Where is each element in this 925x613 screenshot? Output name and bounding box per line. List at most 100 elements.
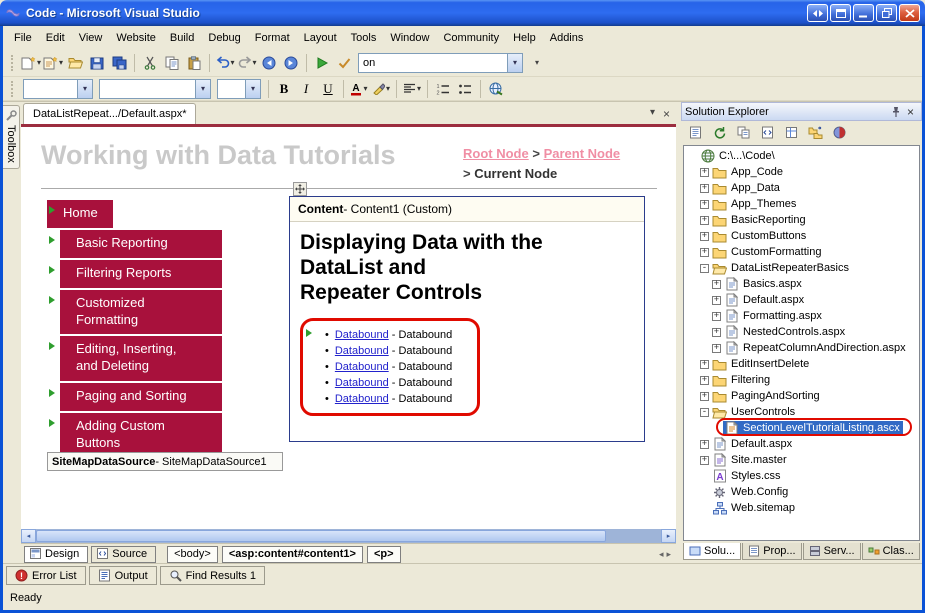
asp-config-button[interactable] (829, 123, 849, 143)
titlebar[interactable]: Code - Microsoft Visual Studio (0, 0, 925, 26)
refresh-button[interactable] (709, 123, 729, 143)
se-tab-clas[interactable]: Clas... (862, 543, 920, 560)
open-folder-button[interactable] (64, 52, 86, 74)
tree-item-body[interactable]: PagingAndSorting (711, 390, 823, 403)
scrollbar-track[interactable] (606, 529, 661, 543)
se-tab-prop[interactable]: Prop... (742, 543, 801, 560)
tree-item[interactable]: Web.Config (684, 484, 919, 500)
menu-window[interactable]: Window (383, 29, 436, 47)
tree-item-body[interactable]: C:\...\Code\ (699, 149, 778, 163)
dropdown-arrow-icon[interactable]: ▾ (59, 58, 63, 67)
menu-addins[interactable]: Addins (543, 29, 591, 47)
toolbar-options-button[interactable]: ▾ (526, 52, 548, 74)
tree-item-body[interactable]: EditInsertDelete (711, 358, 812, 371)
numbered-list-button[interactable]: 12 (432, 78, 454, 100)
bold-button[interactable]: B (273, 78, 295, 100)
tree-item-body[interactable]: Formatting.aspx (723, 309, 825, 323)
tree-expander-plus-icon[interactable]: + (700, 184, 709, 193)
tree-item[interactable]: +CustomFormatting (684, 244, 919, 260)
tree-expander-minus-icon[interactable]: - (700, 264, 709, 273)
tree-item-body[interactable]: BasicReporting (711, 214, 809, 227)
tree-item[interactable]: -DataListRepeaterBasics (684, 260, 919, 276)
menu-community[interactable]: Community (436, 29, 506, 47)
tree-expander-plus-icon[interactable]: + (712, 312, 721, 321)
tree-item-body[interactable]: AStyles.css (711, 469, 784, 483)
tree-item[interactable]: SectionLevelTutorialListing.ascx (684, 420, 919, 436)
dropdown-arrow-icon[interactable]: ▾ (37, 58, 41, 67)
nav-item-paging-and-sorting[interactable]: Paging and Sorting (60, 383, 222, 411)
menu-view[interactable]: View (72, 29, 110, 47)
tree-item[interactable]: +Formatting.aspx (684, 308, 919, 324)
window-pane-button[interactable] (830, 4, 851, 22)
databound-link[interactable]: Databound (335, 329, 389, 341)
tree-item-body[interactable]: NestedControls.aspx (723, 325, 848, 339)
tab-list-dropdown-icon[interactable]: ▾ (650, 107, 655, 121)
toolbar-grip[interactable] (11, 81, 14, 97)
combo-dropdown-icon[interactable]: ▾ (77, 80, 92, 98)
copy-button[interactable] (161, 52, 183, 74)
tree-item[interactable]: +CustomButtons (684, 228, 919, 244)
font-color-button[interactable]: A▾ (348, 78, 370, 100)
design-view-button[interactable]: Design (24, 546, 88, 563)
tree-expander-plus-icon[interactable]: + (700, 168, 709, 177)
main-toolbar-combo[interactable]: on▾ (358, 53, 523, 73)
paste-button[interactable] (183, 52, 205, 74)
tree-item[interactable]: +EditInsertDelete (684, 356, 919, 372)
tree-item-body[interactable]: Basics.aspx (723, 277, 805, 291)
combo-dropdown-icon[interactable]: ▾ (195, 80, 210, 98)
tree-expander-plus-icon[interactable]: + (700, 232, 709, 241)
view-designer-button[interactable] (781, 123, 801, 143)
tree-item-body[interactable]: App_Themes (711, 198, 799, 211)
copy-website-button[interactable] (805, 123, 825, 143)
sitemapdatasource-control[interactable]: SiteMapDataSource - SiteMapDataSource1 (47, 452, 283, 471)
tree-item-body[interactable]: Web.Config (711, 486, 791, 499)
font-size-combo[interactable]: ▾ (217, 79, 261, 99)
tree-item[interactable]: +App_Themes (684, 196, 919, 212)
tree-item[interactable]: Web.sitemap (684, 500, 919, 516)
tree-expander-plus-icon[interactable]: + (700, 376, 709, 385)
new-item-button[interactable]: ▾ (20, 52, 42, 74)
menu-debug[interactable]: Debug (201, 29, 247, 47)
tree-expander-minus-icon[interactable]: - (700, 408, 709, 417)
combo-dropdown-icon[interactable]: ▾ (507, 54, 522, 72)
tag-scroll-right-icon[interactable]: ▸ (666, 549, 671, 560)
databound-link[interactable]: Databound (335, 377, 389, 389)
tree-item-body[interactable]: CustomFormatting (711, 246, 824, 259)
databound-link[interactable]: Databound (335, 361, 389, 373)
font-name-combo[interactable]: ▾ (99, 79, 211, 99)
close-button[interactable] (899, 4, 920, 22)
toolbox-collapsed-tab[interactable]: Toolbox (3, 105, 20, 169)
navigate-forward-button[interactable] (280, 52, 302, 74)
scroll-left-icon[interactable]: ◂ (21, 529, 36, 543)
tree-item[interactable]: +RepeatColumnAndDirection.aspx (684, 340, 919, 356)
underline-button[interactable]: U (317, 78, 339, 100)
tree-item-body[interactable]: CustomButtons (711, 230, 809, 243)
tree-item-body[interactable]: Web.sitemap (711, 502, 798, 515)
tree-expander-plus-icon[interactable]: + (700, 456, 709, 465)
dropdown-arrow-icon[interactable]: ▾ (231, 58, 235, 67)
tree-expander-plus-icon[interactable]: + (712, 280, 721, 289)
tree-item-body[interactable]: Default.aspx (711, 437, 795, 451)
close-document-icon[interactable]: × (663, 107, 670, 121)
cut-button[interactable] (139, 52, 161, 74)
tree-item[interactable]: +NestedControls.aspx (684, 324, 919, 340)
horizontal-scrollbar[interactable]: ◂ ▸ (21, 529, 676, 543)
align-button[interactable]: ▾ (401, 78, 423, 100)
solution-explorer-titlebar[interactable]: Solution Explorer × (681, 102, 922, 121)
save-all-button[interactable] (108, 52, 130, 74)
tree-item-body[interactable]: RepeatColumnAndDirection.aspx (723, 341, 909, 355)
menu-format[interactable]: Format (248, 29, 297, 47)
italic-button[interactable]: I (295, 78, 317, 100)
tree-item[interactable]: +Filtering (684, 372, 919, 388)
menu-build[interactable]: Build (163, 29, 201, 47)
tag-navigator-item[interactable]: <asp:content#content1> (222, 546, 363, 563)
tree-item[interactable]: +Default.aspx (684, 436, 919, 452)
panel-tab-error-list[interactable]: !Error List (6, 566, 86, 585)
window-arrows-button[interactable] (807, 4, 828, 22)
menu-layout[interactable]: Layout (297, 29, 344, 47)
dropdown-arrow-icon[interactable]: ▾ (363, 84, 367, 93)
nav-item-home[interactable]: Home (47, 200, 113, 228)
nest-files-button[interactable] (733, 123, 753, 143)
start-debug-button[interactable] (311, 52, 333, 74)
content-placeholder[interactable]: Content - Content1 (Custom) Displaying D… (289, 196, 645, 442)
